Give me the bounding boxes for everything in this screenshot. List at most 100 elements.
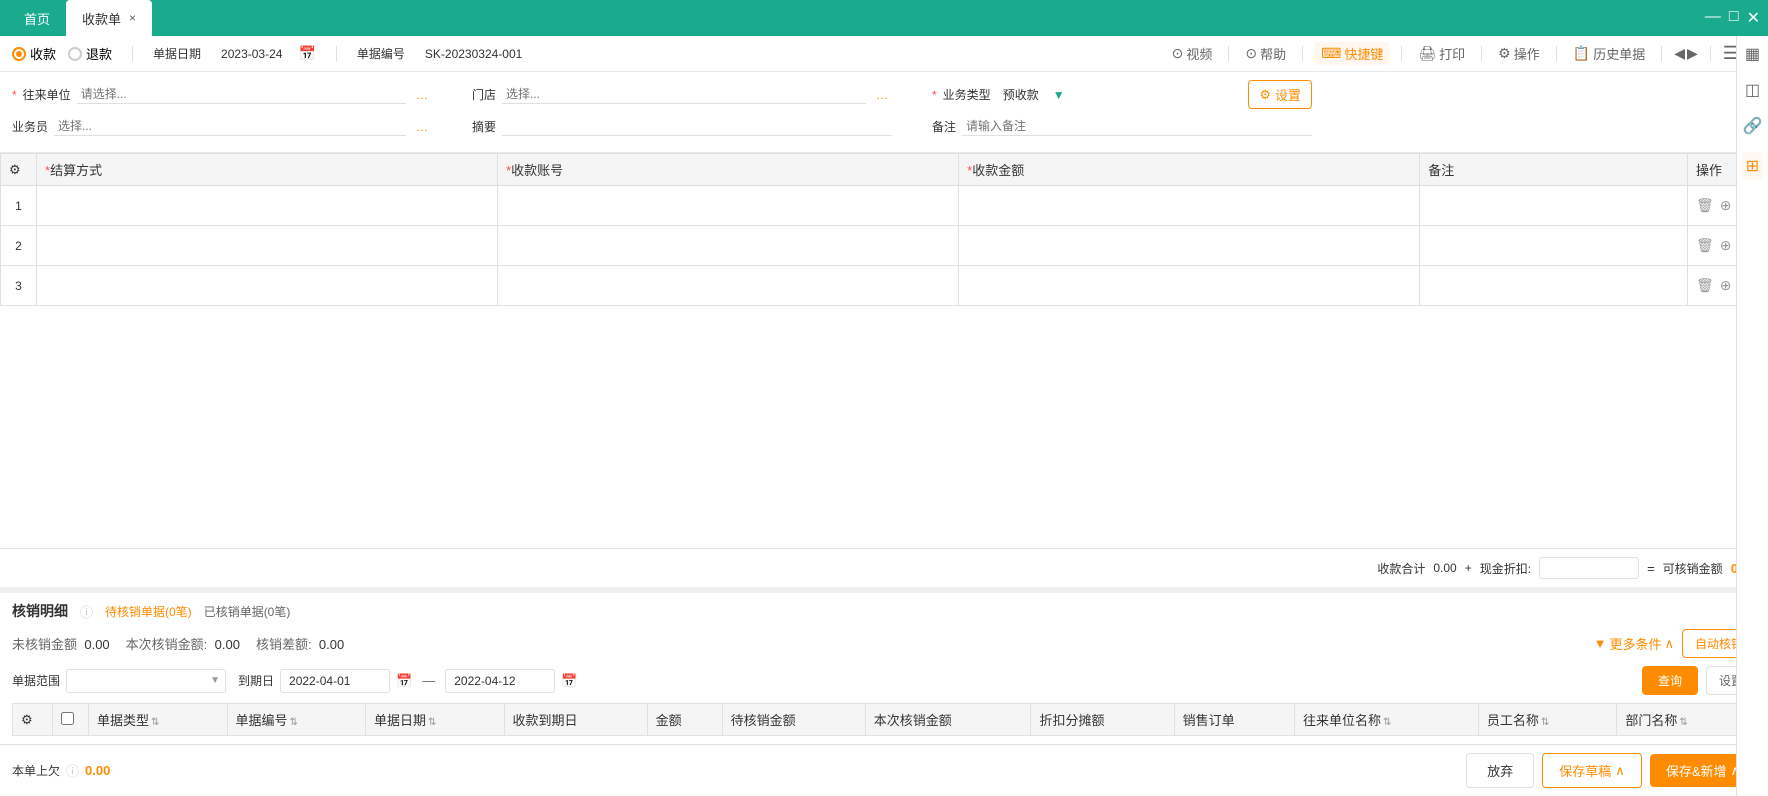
help-icon: ⊙: [1245, 45, 1257, 62]
shop-more-btn[interactable]: …: [872, 88, 892, 102]
biz-type-dropdown-icon[interactable]: ▼: [1053, 88, 1065, 102]
history-btn[interactable]: 📋 历史单据: [1569, 44, 1649, 63]
form-area: * 往来单位 … 门店 … * 业务类型 预收款 ▼ ⚙ 设置: [0, 72, 1768, 153]
close-icon[interactable]: ✕: [1747, 8, 1760, 28]
radio-tuikuan[interactable]: 退款: [68, 44, 112, 63]
tab-home[interactable]: 首页: [8, 0, 66, 36]
nav-prev-icon[interactable]: ◀: [1674, 45, 1685, 62]
abandon-btn[interactable]: 放弃: [1466, 753, 1534, 788]
history-icon: 📋: [1573, 45, 1590, 62]
verify-info-icon[interactable]: ⓘ: [80, 602, 93, 621]
th-account: *收款账号: [498, 154, 959, 186]
save-draft-btn[interactable]: 保存草稿 ∧: [1542, 753, 1642, 788]
help-btn[interactable]: ⊙ 帮助: [1241, 44, 1290, 63]
tab-close-icon[interactable]: ×: [129, 11, 136, 25]
divider2: [336, 46, 337, 62]
discount-input[interactable]: [1539, 557, 1639, 579]
shortcut-btn[interactable]: ⌨ 快捷键: [1315, 42, 1389, 65]
doc-range-select-wrap: [66, 669, 226, 693]
toolbar-row: 收款 退款 单据日期 2023-03-24 📅 单据编号 SK-20230324…: [0, 36, 1768, 72]
radio-tuikuan-dot: [68, 47, 82, 61]
verify-stats: 未核销金额 0.00 本次核销金额: 0.00 核销差额: 0.00 ▼ 更多条…: [12, 629, 1756, 658]
row-copy-icon[interactable]: ⊕: [1720, 237, 1732, 254]
salesperson-input[interactable]: [54, 117, 406, 136]
verify-tab-pending[interactable]: 待核销单据(0笔): [105, 603, 192, 620]
right-sidebar: ▦ ◫ 🔗 ⊞: [1736, 36, 1768, 796]
summary-row: 收款合计 0.00 + 现金折扣: = 可核销金额 0.00: [0, 548, 1768, 587]
video-btn[interactable]: ⊙ 视频: [1168, 44, 1217, 63]
table-row: 1 🗑 ⊕: [1, 186, 1768, 226]
action-btn[interactable]: ⚙ 操作: [1494, 44, 1544, 63]
diff-amount: 核销差额: 0.00: [256, 634, 344, 653]
doc-range-field: 单据范围: [12, 669, 226, 693]
nav-arrows: ◀ ▶: [1674, 45, 1698, 62]
maximize-icon[interactable]: □: [1729, 8, 1739, 28]
main-content: 收款 退款 单据日期 2023-03-24 📅 单据编号 SK-20230324…: [0, 36, 1768, 796]
vth-this: 本次核销金额: [865, 704, 1031, 736]
radio-shoukuan[interactable]: 收款: [12, 44, 56, 63]
settings-btn[interactable]: ⚙ 设置: [1248, 80, 1312, 109]
receipt-table: ⚙ *结算方式 *收款账号 *收款金额 备注 操作 1: [0, 153, 1768, 306]
vth-checkbox[interactable]: [53, 704, 89, 736]
more-conditions-btn[interactable]: ▼ 更多条件 ∧: [1594, 634, 1674, 653]
action-icon: ⚙: [1498, 45, 1511, 62]
th-amount: *收款金额: [959, 154, 1420, 186]
th-settings[interactable]: ⚙: [1, 154, 37, 186]
radio-shoukuan-dot: [12, 47, 26, 61]
select-all-checkbox[interactable]: [61, 712, 74, 725]
summary-field: 摘要: [472, 117, 892, 136]
window-controls: — □ ✕: [1705, 8, 1760, 28]
shop-field: 门店 …: [472, 85, 892, 104]
nav-next-icon[interactable]: ▶: [1687, 45, 1698, 62]
row-copy-icon[interactable]: ⊕: [1720, 197, 1732, 214]
row-delete-icon[interactable]: 🗑: [1696, 277, 1714, 294]
save-draft-chevron-icon: ∧: [1615, 763, 1625, 779]
vth-settings[interactable]: ⚙: [13, 704, 53, 736]
sidebar-link-icon[interactable]: 🔗: [1743, 116, 1763, 136]
shop-input[interactable]: [502, 85, 866, 104]
row-copy-icon[interactable]: ⊕: [1720, 277, 1732, 294]
salesperson-field: 业务员 …: [12, 117, 432, 136]
sidebar-expand-icon[interactable]: ⊞: [1742, 152, 1763, 180]
date-to-input[interactable]: [445, 669, 555, 693]
table-row: 2 🗑 ⊕: [1, 226, 1768, 266]
row-delete-icon[interactable]: 🗑: [1696, 237, 1714, 254]
video-icon: ⊙: [1172, 45, 1184, 62]
doc-range-select[interactable]: [66, 669, 226, 693]
chevron-up-icon: ∧: [1664, 636, 1674, 652]
vth-doc-date: 单据日期⇅: [366, 704, 505, 736]
settings-gear-icon: ⚙: [1259, 87, 1271, 103]
table-wrapper: ⚙ *结算方式 *收款账号 *收款金额 备注 操作 1: [0, 153, 1768, 548]
query-btn[interactable]: 查询: [1642, 666, 1698, 695]
vth-dept: 部门名称⇅: [1617, 704, 1756, 736]
date-from-cal-icon[interactable]: 📅: [396, 673, 412, 689]
sidebar-doc-icon[interactable]: ◫: [1745, 80, 1760, 100]
calendar-icon[interactable]: 📅: [298, 45, 315, 62]
date-from-input[interactable]: [280, 669, 390, 693]
vth-pending: 待核销金额: [722, 704, 865, 736]
partner-input[interactable]: [77, 85, 406, 104]
toolbar-right: ⊙ 视频 ⊙ 帮助 ⌨ 快捷键 🖨 打印 ⚙ 操作: [1168, 42, 1756, 65]
print-icon: 🖨: [1418, 45, 1436, 62]
row-delete-icon[interactable]: 🗑: [1696, 197, 1714, 214]
remark-input[interactable]: [962, 117, 1312, 136]
summary-input[interactable]: [502, 117, 892, 136]
sidebar-table-icon[interactable]: ▦: [1745, 44, 1760, 64]
biz-type-field: * 业务类型 预收款 ▼ ⚙ 设置: [932, 80, 1312, 109]
divider1: [132, 46, 133, 62]
date-to-cal-icon[interactable]: 📅: [561, 673, 577, 689]
minimize-icon[interactable]: —: [1705, 8, 1721, 28]
info-circle-icon[interactable]: ⓘ: [66, 761, 79, 780]
salesperson-more-btn[interactable]: …: [412, 120, 432, 134]
verify-tab-done[interactable]: 已核销单据(0笔): [204, 603, 291, 620]
tab-active[interactable]: 收款单 ×: [66, 0, 152, 36]
verify-header: 核销明细 ⓘ 待核销单据(0笔) 已核销单据(0笔): [12, 601, 1756, 621]
th-remark: 备注: [1420, 154, 1688, 186]
remark-field: 备注: [932, 117, 1312, 136]
partner-more-btn[interactable]: …: [412, 88, 432, 102]
shortcut-icon: ⌨: [1321, 45, 1341, 62]
form-row-1: * 往来单位 … 门店 … * 业务类型 预收款 ▼ ⚙ 设置: [12, 80, 1756, 109]
vth-sales-order: 销售订单: [1174, 704, 1294, 736]
vth-partner: 往来单位名称⇅: [1294, 704, 1478, 736]
print-btn[interactable]: 🖨 打印: [1414, 44, 1469, 63]
